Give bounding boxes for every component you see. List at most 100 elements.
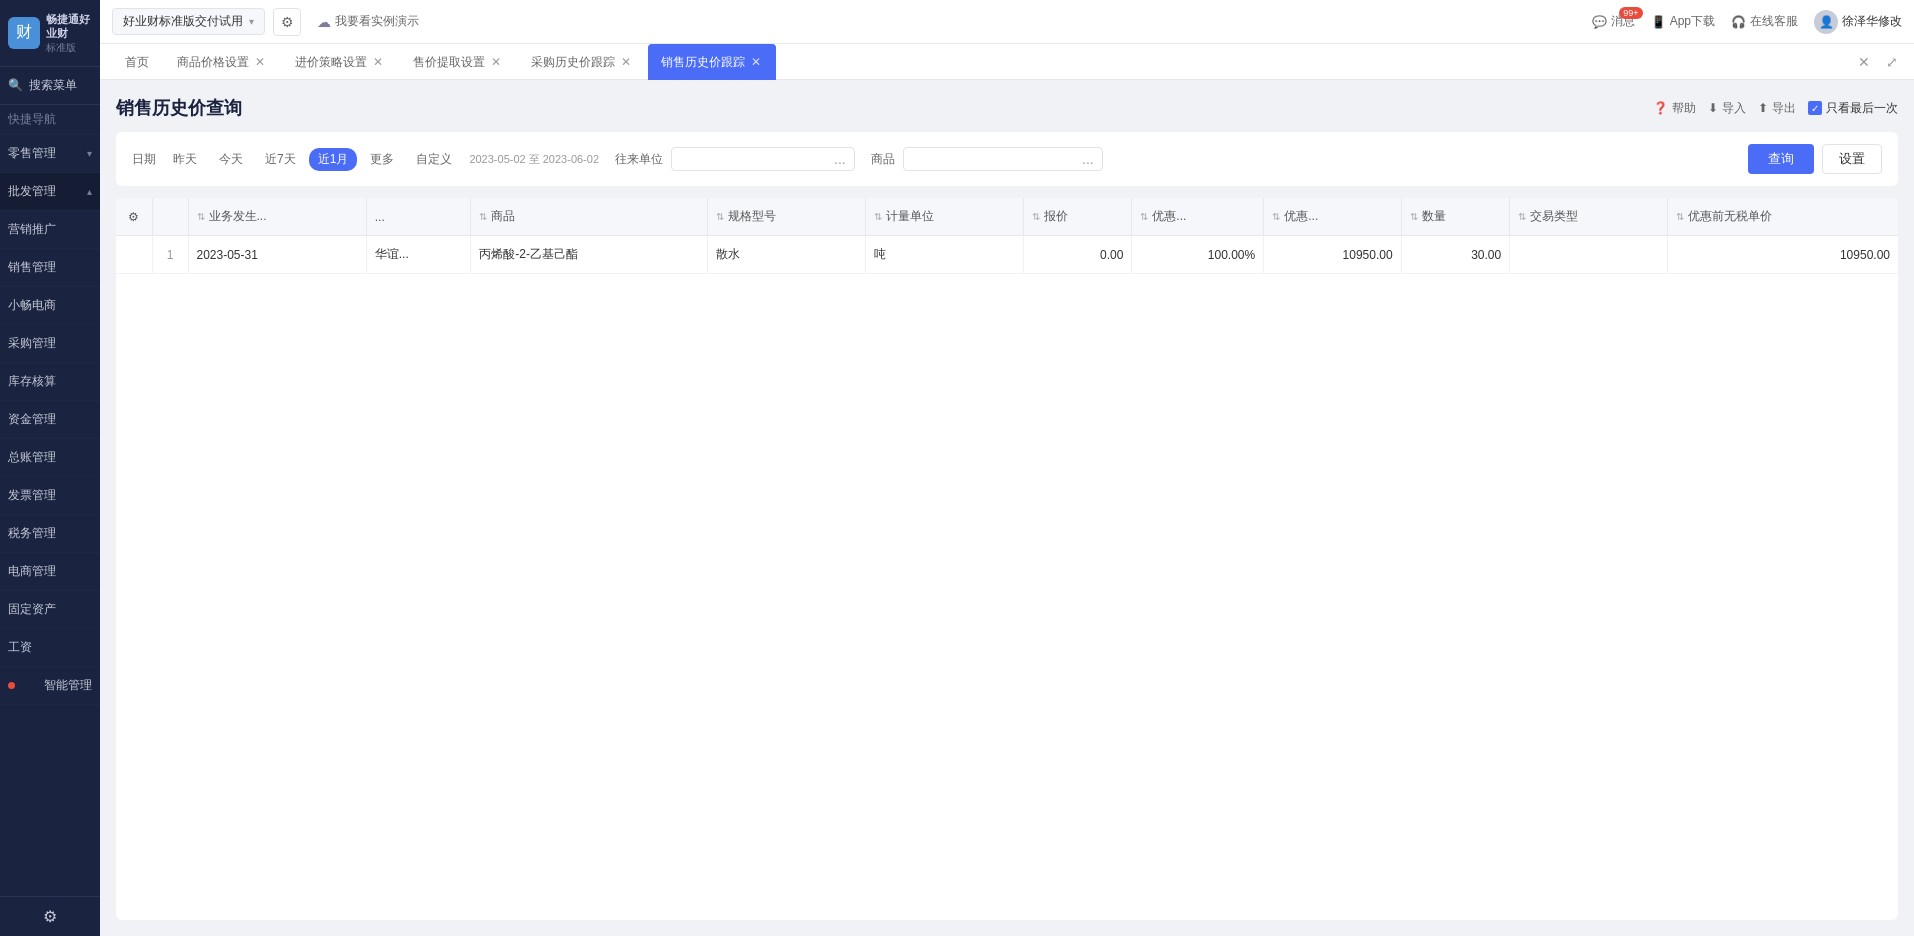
- col-qty[interactable]: ⇅ 数量: [1401, 198, 1510, 236]
- help-label: 帮助: [1672, 100, 1696, 117]
- sidebar-item-retail-label: 零售管理: [8, 145, 56, 162]
- tab-price-extract[interactable]: 售价提取设置 ✕: [400, 44, 516, 80]
- sidebar-item-inventory-label: 库存核算: [8, 373, 56, 390]
- help-icon: ❓: [1653, 101, 1668, 115]
- export-label: 导出: [1772, 100, 1796, 117]
- topbar-right: 💬 消息 99+ 📱 App下载 🎧 在线客服 👤 徐泽华修改: [1592, 10, 1902, 34]
- sort-icon: ⇅: [1410, 211, 1418, 222]
- app-download-btn[interactable]: 📱 App下载: [1651, 13, 1715, 30]
- customer-service-label: 在线客服: [1750, 13, 1798, 30]
- sidebar-item-ecommerce[interactable]: 电商管理: [0, 553, 100, 591]
- filter-settings-button[interactable]: 设置: [1822, 144, 1882, 174]
- user-menu[interactable]: 👤 徐泽华修改: [1814, 10, 1902, 34]
- version-label: 好业财标准版交付试用: [123, 13, 243, 30]
- import-label: 导入: [1722, 100, 1746, 117]
- tab-purchase-history[interactable]: 采购历史价跟踪 ✕: [518, 44, 646, 80]
- filter-bar: 日期 昨天 今天 近7天 近1月 更多 自定义 2023-05-02 至 202…: [116, 132, 1898, 186]
- col-pre-tax-price[interactable]: ⇅ 优惠前无税单价: [1667, 198, 1898, 236]
- from-unit-dots[interactable]: ...: [834, 151, 846, 167]
- tab-close-icon[interactable]: ✕: [253, 55, 267, 69]
- sidebar-item-marketing[interactable]: 营销推广: [0, 211, 100, 249]
- sidebar-item-retail[interactable]: 零售管理 ▾: [0, 135, 100, 173]
- row-seq: 1: [152, 236, 188, 274]
- sort-icon: ⇅: [716, 211, 724, 222]
- sidebar-item-tax[interactable]: 税务管理: [0, 515, 100, 553]
- col-trade-type-label: 交易类型: [1530, 208, 1578, 225]
- col-biz-date[interactable]: ⇅ 业务发生...: [188, 198, 366, 236]
- col-more[interactable]: ...: [366, 198, 471, 236]
- date-btn-7days[interactable]: 近7天: [256, 148, 305, 171]
- help-btn[interactable]: ❓ 帮助: [1653, 100, 1696, 117]
- date-btn-today[interactable]: 今天: [210, 148, 252, 171]
- sidebar-item-quick-nav[interactable]: 快捷导航: [0, 105, 100, 135]
- tabs-window-controls: ✕ ⤢: [1854, 52, 1902, 72]
- sidebar-item-purchase[interactable]: 采购管理: [0, 325, 100, 363]
- query-button[interactable]: 查询: [1748, 144, 1814, 174]
- tab-close-icon[interactable]: ✕: [749, 55, 763, 69]
- product-text-input[interactable]: [912, 152, 1078, 166]
- tab-sales-history[interactable]: 销售历史价跟踪 ✕: [648, 44, 776, 80]
- table-row: 1 2023-05-31 华谊... 丙烯酸-2-乙基己酯 散水 吨 0.00 …: [116, 236, 1898, 274]
- col-gear[interactable]: ⚙: [116, 198, 152, 236]
- col-spec[interactable]: ⇅ 规格型号: [708, 198, 866, 236]
- from-unit-filter-group: 往来单位 ...: [615, 147, 855, 171]
- quick-nav-label: 快捷导航: [8, 111, 56, 128]
- date-btn-more[interactable]: 更多: [361, 148, 403, 171]
- tab-purchase-strategy[interactable]: 进价策略设置 ✕: [282, 44, 398, 80]
- sort-icon: ⇅: [1518, 211, 1526, 222]
- product-input[interactable]: ...: [903, 147, 1103, 171]
- tab-close-icon[interactable]: ✕: [619, 55, 633, 69]
- sidebar-item-sales[interactable]: 销售管理: [0, 249, 100, 287]
- tab-product-price[interactable]: 商品价格设置 ✕: [164, 44, 280, 80]
- app-download-label: App下载: [1670, 13, 1715, 30]
- tab-close-icon[interactable]: ✕: [489, 55, 503, 69]
- sort-icon: ⇅: [874, 211, 882, 222]
- sidebar-item-wholesale[interactable]: 批发管理 ▴: [0, 173, 100, 211]
- col-pre-tax-price-label: 优惠前无税单价: [1688, 208, 1772, 225]
- tab-home[interactable]: 首页: [112, 44, 162, 80]
- col-spec-label: 规格型号: [728, 208, 776, 225]
- message-btn[interactable]: 💬 消息 99+: [1592, 13, 1635, 30]
- sidebar-settings-btn[interactable]: ⚙: [0, 896, 100, 936]
- sidebar-item-ecommerce-label: 电商管理: [8, 563, 56, 580]
- col-quoted-price[interactable]: ⇅ 报价: [1023, 198, 1132, 236]
- col-more-label: ...: [375, 210, 385, 224]
- col-seq: [152, 198, 188, 236]
- from-unit-input[interactable]: ...: [671, 147, 855, 171]
- sidebar-item-ledger[interactable]: 总账管理: [0, 439, 100, 477]
- col-product[interactable]: ⇅ 商品: [471, 198, 708, 236]
- version-selector[interactable]: 好业财标准版交付试用 ▾: [112, 8, 265, 35]
- sidebar-item-finance[interactable]: 资金管理: [0, 401, 100, 439]
- date-btn-yesterday[interactable]: 昨天: [164, 148, 206, 171]
- sidebar-item-invoice[interactable]: 发票管理: [0, 477, 100, 515]
- sidebar-item-ecommerce-small[interactable]: 小畅电商: [0, 287, 100, 325]
- maximize-window-btn[interactable]: ⤢: [1882, 52, 1902, 72]
- row-pre-tax-price: 10950.00: [1667, 236, 1898, 274]
- sidebar-item-ai[interactable]: 智能管理: [0, 667, 100, 705]
- date-filter-label: 日期: [132, 151, 156, 168]
- col-discount-rate[interactable]: ⇅ 优惠...: [1132, 198, 1264, 236]
- topbar-settings-btn[interactable]: ⚙: [273, 8, 301, 36]
- sidebar-item-inventory[interactable]: 库存核算: [0, 363, 100, 401]
- import-btn[interactable]: ⬇ 导入: [1708, 100, 1746, 117]
- export-btn[interactable]: ⬆ 导出: [1758, 100, 1796, 117]
- col-discount-price[interactable]: ⇅ 优惠...: [1264, 198, 1401, 236]
- customer-service-btn[interactable]: 🎧 在线客服: [1731, 13, 1798, 30]
- product-dots[interactable]: ...: [1082, 151, 1094, 167]
- tab-close-icon[interactable]: ✕: [371, 55, 385, 69]
- date-btn-1month[interactable]: 近1月: [309, 148, 358, 171]
- sidebar-item-fixed-assets[interactable]: 固定资产: [0, 591, 100, 629]
- headset-icon: 🎧: [1731, 15, 1746, 29]
- app-logo-icon: 财: [8, 17, 40, 49]
- sidebar-item-payroll[interactable]: 工资: [0, 629, 100, 667]
- col-unit[interactable]: ⇅ 计量单位: [866, 198, 1024, 236]
- sidebar-search[interactable]: 🔍 搜索菜单: [0, 67, 100, 105]
- close-window-btn[interactable]: ✕: [1854, 52, 1874, 72]
- col-trade-type[interactable]: ⇅ 交易类型: [1510, 198, 1668, 236]
- row-spec: 散水: [708, 236, 866, 274]
- demo-btn[interactable]: ☁ 我要看实例演示: [317, 13, 419, 30]
- from-unit-text-input[interactable]: [680, 152, 830, 166]
- date-btn-custom[interactable]: 自定义: [407, 148, 461, 171]
- only-last-checkbox[interactable]: ✓ 只看最后一次: [1808, 100, 1898, 117]
- demo-label: 我要看实例演示: [335, 13, 419, 30]
